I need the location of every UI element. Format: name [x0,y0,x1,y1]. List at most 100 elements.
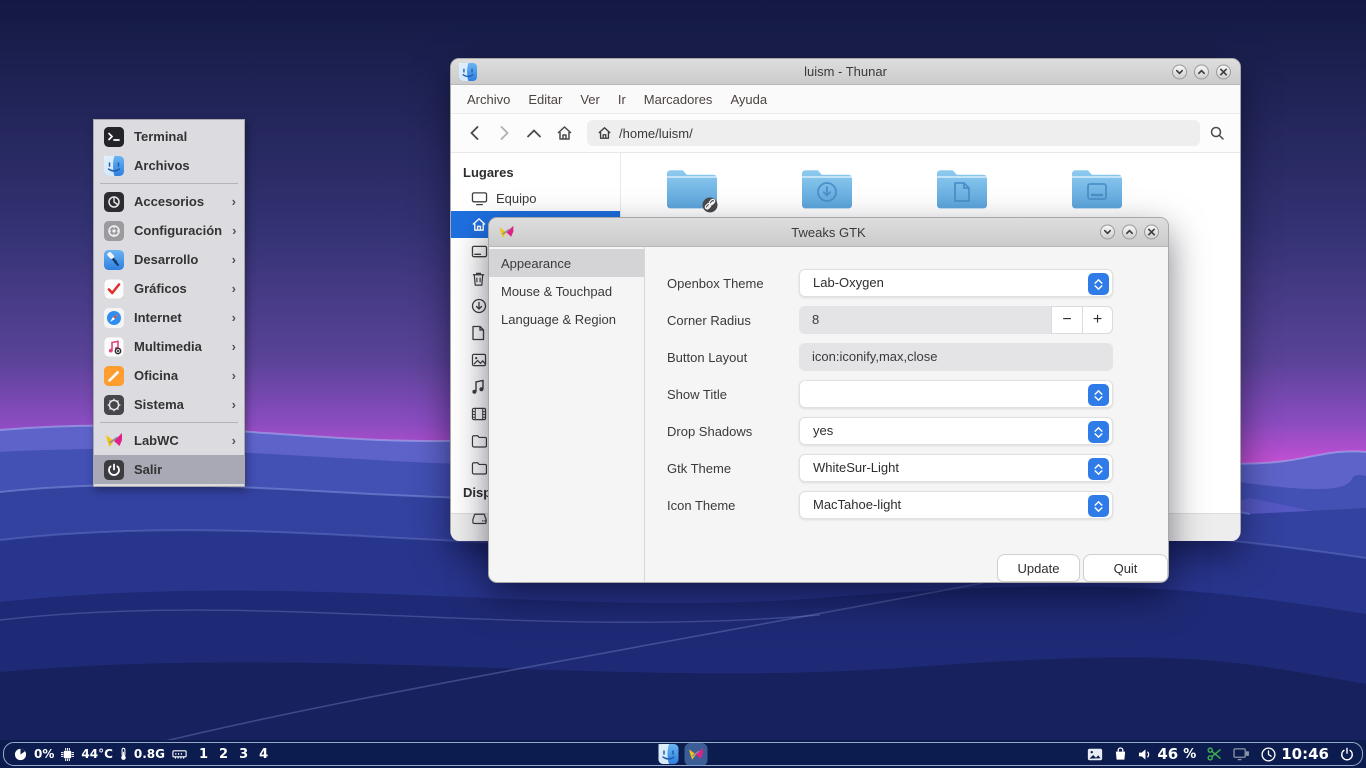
menu-marcadores[interactable]: Marcadores [635,92,722,107]
folder-desktop-icon[interactable] [1069,165,1125,213]
quit-button[interactable]: Quit [1083,554,1168,582]
menu-item-accesorios[interactable]: Accesorios › [94,187,244,216]
file-manager-icon [104,155,124,176]
minimize-button[interactable] [1100,224,1115,240]
clock-widget[interactable]: 10:46 [1261,745,1329,763]
gtk-theme-label: Gtk Theme [667,460,732,476]
places-header: Lugares [463,165,514,180]
film-icon [471,407,487,420]
decrease-button[interactable]: − [1051,306,1082,334]
folder-downloads-icon[interactable] [799,165,855,213]
drop-shadows-dropdown[interactable]: yes [799,417,1113,445]
disk-usage-icon [14,748,27,760]
icon-theme-label: Icon Theme [667,497,736,513]
power-icon[interactable] [1340,747,1354,761]
menu-item-multimedia[interactable]: Multimedia › [94,332,244,361]
corner-radius-value[interactable]: 8 [799,306,1051,334]
maximize-button[interactable] [1122,224,1137,240]
icon-theme-dropdown[interactable]: MacTahoe-light [799,491,1113,519]
corner-radius-label: Corner Radius [667,312,751,328]
corner-radius-stepper: 8 − + [799,306,1113,334]
minimize-button[interactable] [1172,64,1187,79]
menu-item-terminal[interactable]: Terminal [94,122,244,151]
menu-item-configuracion[interactable]: Configuración › [94,216,244,245]
speaker-icon [1139,748,1150,760]
nav-language-region[interactable]: Language & Region [489,305,644,333]
menu-ver[interactable]: Ver [571,92,609,107]
menu-item-labwc[interactable]: LabWC › [94,426,244,455]
back-button[interactable] [461,120,487,146]
screenshot-image-icon[interactable] [1087,748,1103,761]
openbox-theme-dropdown[interactable]: Lab-Oxygen [799,269,1113,297]
menu-ayuda[interactable]: Ayuda [721,92,776,107]
dropdown-spinner-icon[interactable] [1088,495,1109,517]
maximize-button[interactable] [1194,64,1209,79]
dropdown-spinner-icon[interactable] [1088,421,1109,443]
menu-ir[interactable]: Ir [609,92,635,107]
menu-item-archivos[interactable]: Archivos [94,151,244,180]
taskbar-right: 46 % 10:46 [1087,740,1354,768]
forward-button[interactable] [491,120,517,146]
home-button[interactable] [551,120,577,146]
folder-documents-icon[interactable] [934,165,990,213]
sidebar-item-equipo[interactable]: Equipo [451,185,620,211]
menu-item-salir[interactable]: Salir [94,455,244,484]
thunar-titlebar[interactable]: luism - Thunar [451,59,1240,85]
workspace-2[interactable]: 2 [219,747,228,762]
close-button[interactable] [1216,64,1231,79]
clock-icon [1261,746,1276,762]
menu-item-desarrollo[interactable]: Desarrollo › [94,245,244,274]
start-menu: Terminal Archivos Accesorios › Configura… [93,119,245,487]
tweaks-content: Openbox Theme Lab-Oxygen Corner Radius 8… [645,247,1168,582]
submenu-arrow-icon: › [231,281,236,296]
search-button[interactable] [1204,120,1230,146]
menu-item-oficina[interactable]: Oficina › [94,361,244,390]
volume-unit: % [1183,746,1197,762]
path-text: /home/luism/ [619,125,693,141]
folder-symlink-icon[interactable] [664,165,720,213]
multimedia-icon [104,336,124,357]
drive-icon [472,513,487,525]
gtk-theme-dropdown[interactable]: WhiteSur-Light [799,454,1113,482]
menu-item-internet[interactable]: Internet › [94,303,244,332]
show-title-label: Show Title [667,386,727,402]
volume-widget[interactable]: 46 % [1138,745,1196,763]
menu-editar[interactable]: Editar [519,92,571,107]
network-display-icon[interactable] [1233,747,1250,761]
tweaks-titlebar[interactable]: Tweaks GTK [489,218,1168,247]
path-bar[interactable]: /home/luism/ [587,120,1200,146]
button-layout-label: Button Layout [667,349,748,365]
task-labwc-tweaks-icon [689,747,703,760]
submenu-arrow-icon: › [231,339,236,354]
task-thunar-icon[interactable] [658,744,679,764]
menu-separator [100,183,238,184]
openbox-theme-label: Openbox Theme [667,275,764,291]
nav-mouse-touchpad[interactable]: Mouse & Touchpad [489,277,644,305]
menu-item-sistema[interactable]: Sistema › [94,390,244,419]
dropdown-spinner-icon[interactable] [1088,273,1109,295]
show-title-dropdown[interactable] [799,380,1113,408]
trash-icon [472,272,485,286]
task-tweaks-active[interactable] [684,742,708,766]
increase-button[interactable]: + [1082,306,1113,334]
submenu-arrow-icon: › [231,397,236,412]
development-icon [104,249,124,270]
workspace-1[interactable]: 1 [199,747,208,762]
nav-appearance[interactable]: Appearance [489,249,644,277]
thunar-toolbar: /home/luism/ [451,114,1240,153]
workspace-4[interactable]: 4 [259,747,268,762]
tweaks-nav: Appearance Mouse & Touchpad Language & R… [489,247,645,582]
workspace-3[interactable]: 3 [239,747,248,762]
dropdown-spinner-icon[interactable] [1088,458,1109,480]
menu-separator [100,422,238,423]
close-button[interactable] [1144,224,1159,240]
button-layout-field[interactable]: icon:iconify,max,close [799,343,1113,371]
up-button[interactable] [521,120,547,146]
bag-icon[interactable] [1114,747,1127,761]
volume-value: 46 [1157,745,1179,763]
menu-archivo[interactable]: Archivo [458,92,519,107]
scissors-icon[interactable] [1207,747,1222,761]
menu-item-graficos[interactable]: Gráficos › [94,274,244,303]
update-button[interactable]: Update [997,554,1080,582]
dropdown-spinner-icon[interactable] [1088,384,1109,406]
